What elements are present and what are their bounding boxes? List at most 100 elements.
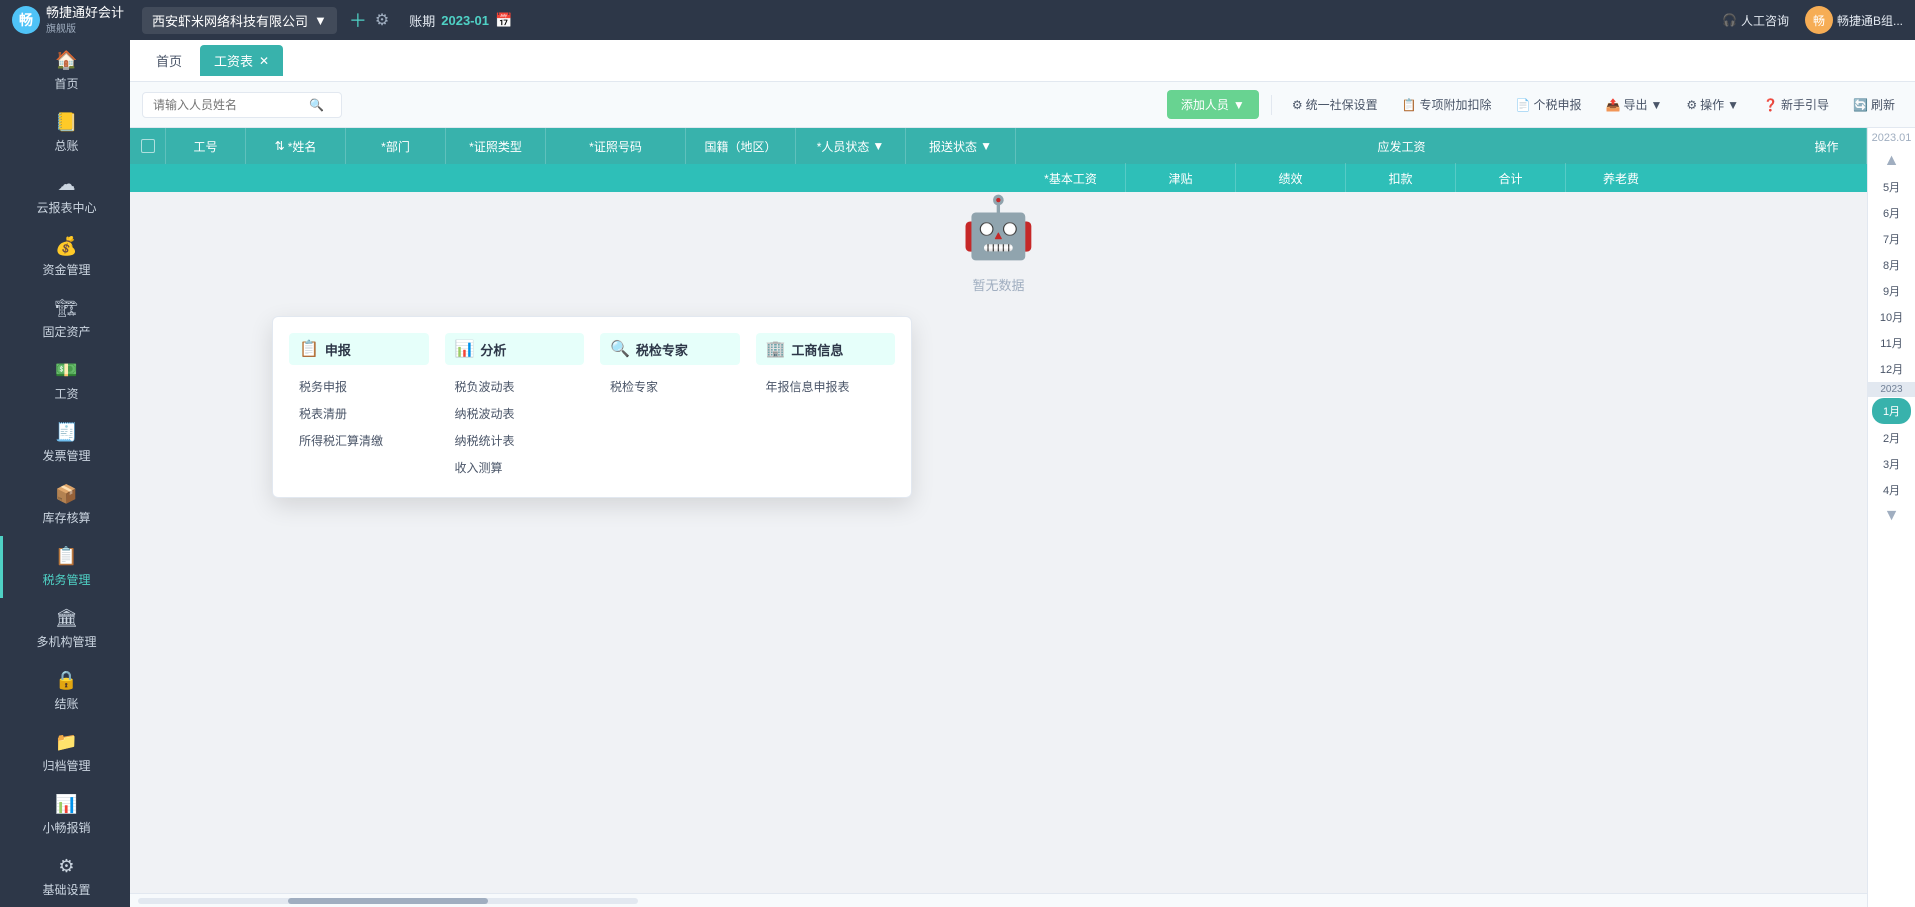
popup-item-tax-table[interactable]: 税表清册: [289, 400, 429, 427]
scrollbar-thumb[interactable]: [288, 898, 488, 904]
header-period: 账期 2023-01 📅: [409, 11, 512, 30]
operation-dropdown-icon: ▼: [1727, 98, 1739, 112]
export-btn[interactable]: 📤 导出 ▼: [1598, 92, 1671, 117]
operation-icon: ⚙: [1686, 98, 1697, 112]
guide-btn[interactable]: ❓ 新手引导: [1755, 92, 1837, 117]
special-deduction-icon: 📋: [1402, 98, 1417, 112]
sidebar-item-basic[interactable]: ⚙ 基础设置: [0, 846, 130, 907]
add-company-icon[interactable]: ＋: [349, 7, 367, 33]
popup-item-tax-declare[interactable]: 税务申报: [289, 373, 429, 400]
popup-item-income-calc[interactable]: 收入测算: [445, 454, 585, 481]
sidebar-item-multi-org[interactable]: 🏛 多机构管理: [0, 598, 130, 660]
popup-item-tax-settlement[interactable]: 所得税汇算清缴: [289, 427, 429, 454]
cloud-icon: ☁: [58, 174, 76, 195]
timeline-month-3[interactable]: 3月: [1868, 451, 1915, 477]
popup-grid: 📋 申报 税务申报 税表清册 所得税汇算清缴: [289, 333, 895, 481]
timeline-month-4[interactable]: 4月: [1868, 477, 1915, 503]
timeline-month-10[interactable]: 10月: [1868, 304, 1915, 330]
popup-section-expert: 🔍 税检专家 税检专家: [600, 333, 740, 481]
refresh-icon: 🔄: [1853, 98, 1868, 112]
expert-icon: 🔍: [610, 339, 630, 359]
sidebar-label-assets: 固定资产: [42, 323, 90, 340]
person-status-filter-icon[interactable]: ▼: [872, 139, 884, 153]
popup-item-annual-report[interactable]: 年报信息申报表: [756, 373, 896, 400]
timeline-month-2[interactable]: 2月: [1868, 425, 1915, 451]
social-security-btn[interactable]: ⚙ 统一社保设置: [1284, 92, 1386, 117]
user-area[interactable]: 畅 畅捷通B组...: [1805, 6, 1903, 34]
sidebar-item-fund[interactable]: 💰 资金管理: [0, 226, 130, 288]
sidebar-item-close[interactable]: 🔒 结账: [0, 660, 130, 722]
add-person-button[interactable]: 添加人员 ▼: [1167, 90, 1259, 119]
th-checkbox[interactable]: [130, 128, 166, 164]
sidebar: 🏠 首页 📒 总账 ☁ 云报表中心 💰 资金管理 🏗 固定资产 💵 工资: [0, 40, 130, 907]
sidebar-item-inventory[interactable]: 📦 库存核算: [0, 474, 130, 536]
refresh-btn[interactable]: 🔄 刷新: [1845, 92, 1903, 117]
export-icon: 📤: [1606, 98, 1621, 112]
company-selector[interactable]: 西安虾米网络科技有限公司 ▼: [142, 7, 337, 34]
main-layout: 🏠 首页 📒 总账 ☁ 云报表中心 💰 资金管理 🏗 固定资产 💵 工资: [0, 40, 1915, 907]
ledger-icon: 📒: [55, 112, 77, 133]
sidebar-item-payroll[interactable]: 💵 工资: [0, 350, 130, 412]
timeline-month-11[interactable]: 11月: [1868, 330, 1915, 356]
popup-section-declaration: 📋 申报 税务申报 税表清册 所得税汇算清缴: [289, 333, 429, 481]
select-all-checkbox[interactable]: [141, 139, 155, 153]
tab-home[interactable]: 首页: [142, 45, 196, 76]
popup-item-tax-stats[interactable]: 纳税统计表: [445, 427, 585, 454]
search-input[interactable]: [153, 98, 303, 112]
timeline-down-nav[interactable]: ▼: [1880, 503, 1904, 529]
empty-state: 🤖 暂无数据: [130, 192, 1867, 294]
popup-item-expert[interactable]: 税检专家: [600, 373, 740, 400]
sidebar-item-home[interactable]: 🏠 首页: [0, 40, 130, 102]
fund-icon: 💰: [55, 236, 77, 257]
sidebar-item-marketing[interactable]: 📊 小畅报销: [0, 784, 130, 846]
special-deduction-label: 专项附加扣除: [1420, 96, 1492, 113]
horizontal-scrollbar[interactable]: [130, 893, 1867, 907]
search-icon: 🔍: [309, 98, 324, 112]
tab-close-icon[interactable]: ✕: [259, 54, 269, 68]
popup-section-title-expert: 🔍 税检专家: [600, 333, 740, 365]
sidebar-label-fund: 资金管理: [42, 261, 90, 278]
timeline-month-5[interactable]: 5月: [1868, 174, 1915, 200]
timeline-month-6[interactable]: 6月: [1868, 200, 1915, 226]
report-status-filter-icon[interactable]: ▼: [980, 139, 992, 153]
search-box[interactable]: 🔍: [142, 92, 342, 118]
timeline-month-12[interactable]: 12月: [1868, 356, 1915, 382]
period-value: 2023-01: [441, 13, 489, 28]
tab-salary[interactable]: 工资表 ✕: [200, 45, 283, 76]
popup-menu: 📋 申报 税务申报 税表清册 所得税汇算清缴: [272, 316, 912, 498]
timeline-month-9[interactable]: 9月: [1868, 278, 1915, 304]
settings-icon[interactable]: ⚙: [375, 10, 389, 30]
timeline-year-2023: 2023: [1868, 382, 1915, 397]
popup-section-business: 🏢 工商信息 年报信息申报表: [756, 333, 896, 481]
sidebar-label-basic: 基础设置: [42, 881, 90, 898]
popup-section-title-analysis: 📊 分析: [445, 333, 585, 365]
tax-return-btn[interactable]: 📄 个税申报: [1508, 92, 1590, 117]
sidebar-item-ledger[interactable]: 📒 总账: [0, 102, 130, 164]
sidebar-item-cloud-report[interactable]: ☁ 云报表中心: [0, 164, 130, 226]
sidebar-item-invoice[interactable]: 🧾 发票管理: [0, 412, 130, 474]
special-deduction-btn[interactable]: 📋 专项附加扣除: [1394, 92, 1500, 117]
multi-org-icon: 🏛: [55, 608, 78, 629]
support-btn[interactable]: 🎧 人工咨询: [1722, 12, 1789, 29]
th-subsidy: 津贴: [1126, 163, 1236, 193]
timeline-up-nav[interactable]: ▲: [1880, 148, 1904, 174]
popup-section-label-declaration: 申报: [325, 340, 351, 359]
timeline-month-8[interactable]: 8月: [1868, 252, 1915, 278]
popup-item-tax-wave[interactable]: 纳税波动表: [445, 400, 585, 427]
scrollbar-track: [138, 898, 638, 904]
popup-item-tax-burden[interactable]: 税负波动表: [445, 373, 585, 400]
timeline-month-7[interactable]: 7月: [1868, 226, 1915, 252]
sidebar-item-archive[interactable]: 📁 归档管理: [0, 722, 130, 784]
sidebar-label-marketing: 小畅报销: [42, 819, 90, 836]
user-label: 畅捷通B组...: [1837, 12, 1903, 29]
th-id-no: *证照号码: [546, 128, 686, 164]
timeline-month-1[interactable]: 1月: [1872, 398, 1911, 424]
invoice-icon: 🧾: [55, 422, 77, 443]
operation-btn[interactable]: ⚙ 操作 ▼: [1678, 92, 1747, 117]
tab-salary-label: 工资表: [214, 51, 253, 70]
sidebar-item-tax[interactable]: 📋 税务管理: [0, 536, 130, 598]
sidebar-item-assets[interactable]: 🏗 固定资产: [0, 288, 130, 350]
period-calendar-icon[interactable]: 📅: [495, 12, 512, 29]
th-base-wage: *基本工资: [1016, 163, 1126, 193]
toolbar: 🔍 添加人员 ▼ ⚙ 统一社保设置 📋 专项附加扣除 📄: [130, 82, 1915, 128]
